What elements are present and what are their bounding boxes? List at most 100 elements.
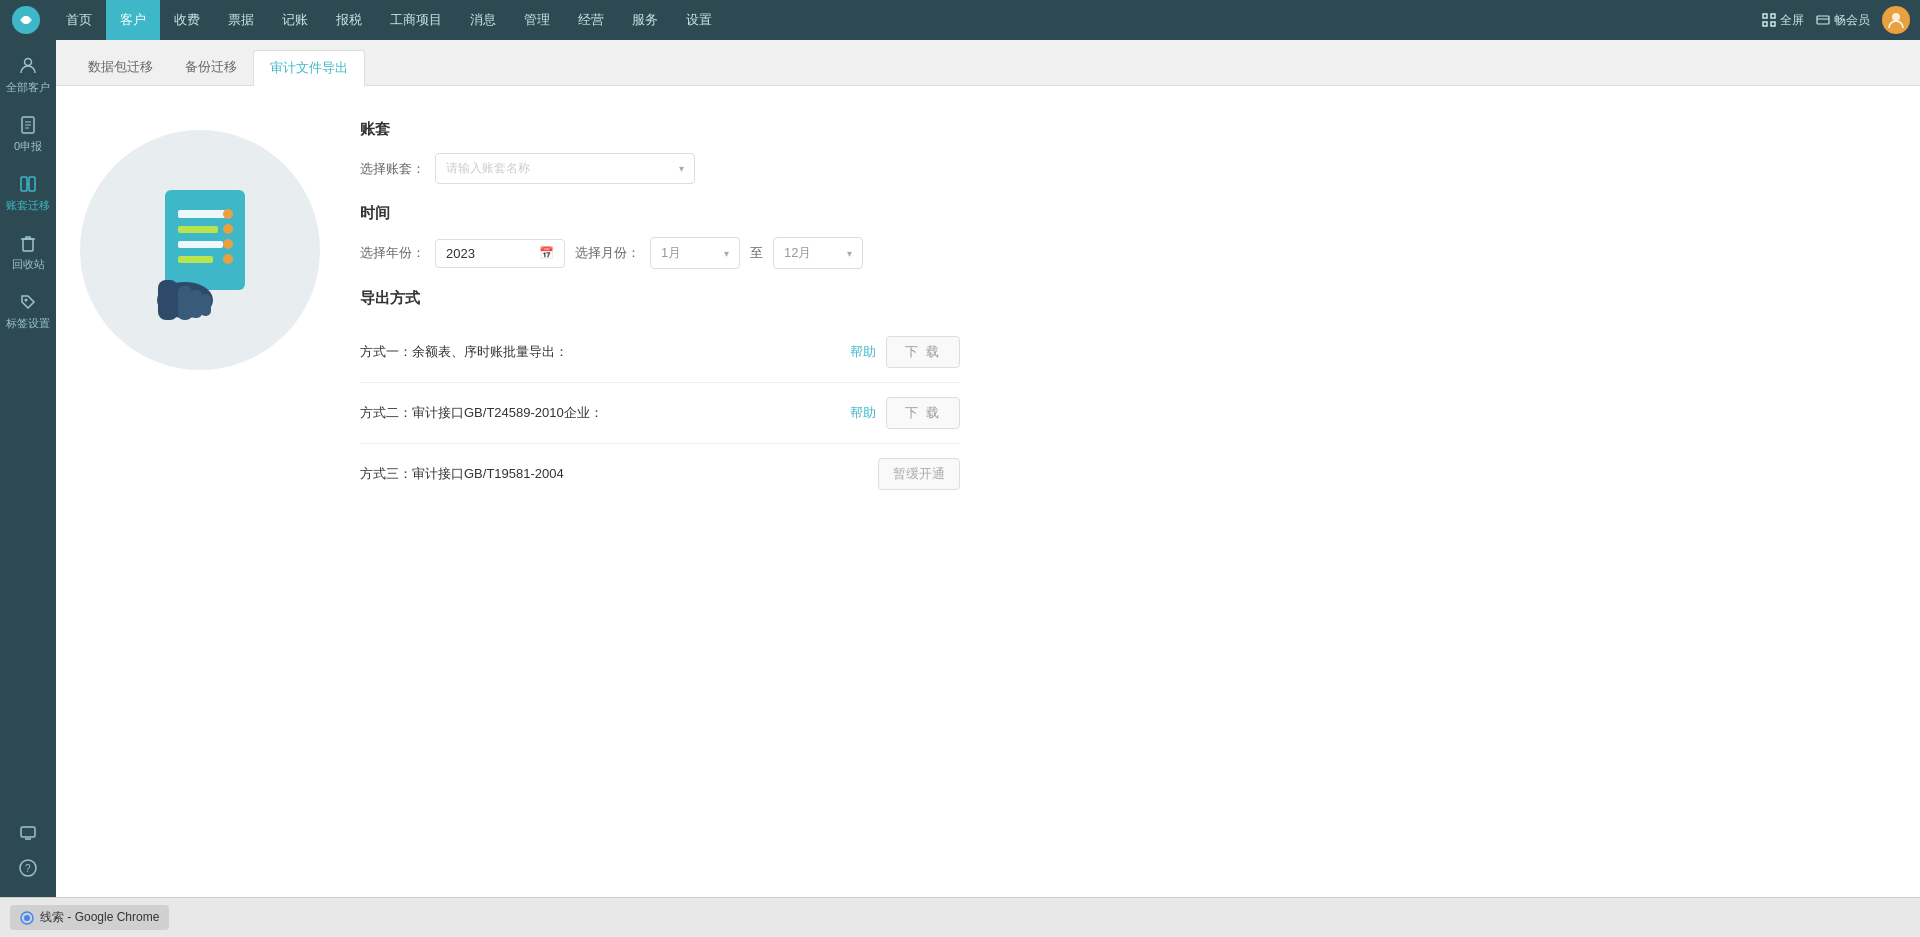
svg-point-32 [24,915,30,921]
form-area: 账套 选择账套： 请输入账套名称 ▾ 时间 选择年份： 2023 📅 [360,110,960,504]
fullscreen-button[interactable]: 全屏 [1762,12,1804,29]
svg-rect-11 [29,177,35,191]
nav-item-operation[interactable]: 经营 [564,0,618,40]
migrate-icon [18,174,38,194]
chrome-icon [20,911,34,925]
tag-icon [18,292,38,312]
svg-rect-2 [1763,14,1767,18]
content-area: 数据包迁移 备份迁移 审计文件导出 [56,40,1920,897]
svg-rect-27 [158,280,178,320]
svg-point-13 [25,299,28,302]
nav-item-service[interactable]: 服务 [618,0,672,40]
vip-label: 畅会员 [1834,12,1870,29]
taskbar-item-label: 线索 - Google Chrome [40,909,159,926]
export-section: 导出方式 方式一：余额表、序时账批量导出： 帮助 下 载 方式二：审计接口GB/… [360,289,960,504]
svg-point-7 [1892,13,1900,21]
svg-rect-30 [200,294,211,316]
nav-item-invoice[interactable]: 票据 [214,0,268,40]
month-start-select[interactable]: 1月 ▾ [650,237,740,269]
people-icon [18,56,38,76]
account-select[interactable]: 请输入账套名称 ▾ [435,153,695,184]
user-avatar[interactable] [1882,6,1910,34]
sidebar-label-trash: 回收站 [12,257,45,272]
time-form-row: 选择年份： 2023 📅 选择月份： 1月 ▾ 至 12月 ▾ [360,237,960,269]
svg-rect-18 [178,210,228,218]
taskbar-chrome-item[interactable]: 线索 - Google Chrome [10,905,169,930]
sidebar-item-all-clients[interactable]: 全部客户 [2,48,54,103]
export-section-title: 导出方式 [360,289,960,308]
year-label: 选择年份： [360,244,425,262]
nav-item-tax[interactable]: 报税 [322,0,376,40]
download-button-1[interactable]: 下 载 [886,336,960,368]
svg-point-24 [223,239,233,249]
nav-item-bookkeeping[interactable]: 记账 [268,0,322,40]
nav-item-fee[interactable]: 收费 [160,0,214,40]
tab-audit-export[interactable]: 审计文件导出 [253,50,365,86]
sidebar-label-zero-report: 0申报 [14,139,42,154]
main-layout: 全部客户 0申报 账套迁移 回收站 [0,40,1920,897]
month-label: 选择月份： [575,244,640,262]
sidebar-label-all-clients: 全部客户 [6,80,50,95]
svg-rect-21 [178,256,213,263]
account-label: 选择账套： [360,160,425,178]
time-divider: 至 [750,244,763,262]
nav-item-client[interactable]: 客户 [106,0,160,40]
month-end-select[interactable]: 12月 ▾ [773,237,863,269]
nav-item-manage[interactable]: 管理 [510,0,564,40]
download-button-2[interactable]: 下 载 [886,397,960,429]
sidebar-bottom-msg[interactable] [18,823,38,846]
sidebar-item-migrate[interactable]: 账套迁移 [2,166,54,221]
vip-button[interactable]: 畅会员 [1816,12,1870,29]
export-method-1-help[interactable]: 帮助 [850,343,876,361]
calendar-icon: 📅 [539,246,554,260]
app-logo[interactable] [10,4,42,36]
illustration-circle [80,130,320,370]
export-method-2-help[interactable]: 帮助 [850,404,876,422]
svg-rect-12 [23,239,33,251]
svg-text:?: ? [25,863,31,874]
export-method-3: 方式三：审计接口GB/T19581-2004 暂缓开通 [360,444,960,504]
report-icon [18,115,38,135]
taskbar: 线索 - Google Chrome [0,897,1920,937]
svg-rect-4 [1763,22,1767,26]
sidebar-label-migrate: 账套迁移 [6,198,50,213]
sidebar-bottom-help[interactable]: ? [18,858,38,881]
export-method-2-label: 方式二：审计接口GB/T24589-2010企业： [360,404,840,422]
sidebar-item-zero-report[interactable]: 0申报 [2,107,54,162]
nav-item-business[interactable]: 工商项目 [376,0,456,40]
nav-item-home[interactable]: 首页 [52,0,106,40]
year-value: 2023 [446,246,475,261]
svg-point-22 [223,209,233,219]
tab-bar: 数据包迁移 备份迁移 审计文件导出 [56,40,1920,86]
nav-right-area: 全屏 畅会员 [1762,6,1910,34]
tab-backup-migrate[interactable]: 备份迁移 [169,49,253,85]
sidebar-item-tag-settings[interactable]: 标签设置 [2,284,54,339]
tab-data-migrate[interactable]: 数据包迁移 [72,49,169,85]
chevron-down-icon: ▾ [679,163,684,174]
svg-point-8 [25,59,32,66]
account-form-row: 选择账套： 请输入账套名称 ▾ [360,153,960,184]
chevron-down-icon-3: ▾ [847,248,852,259]
nav-item-message[interactable]: 消息 [456,0,510,40]
illustration-area [80,130,320,370]
sidebar-bottom: ? [18,823,38,881]
audit-illustration [130,170,270,330]
nav-menu: 首页 客户 收费 票据 记账 报税 工商项目 消息 管理 经营 服务 设置 [52,0,1762,40]
pending-button-3[interactable]: 暂缓开通 [878,458,960,490]
chevron-down-icon-2: ▾ [724,248,729,259]
month-end-value: 12月 [784,244,811,262]
svg-rect-28 [178,286,192,320]
account-placeholder: 请输入账套名称 [446,160,530,177]
svg-rect-14 [21,827,35,837]
svg-point-23 [223,224,233,234]
nav-item-settings[interactable]: 设置 [672,0,726,40]
svg-point-25 [223,254,233,264]
svg-rect-3 [1771,14,1775,18]
trash-icon [18,233,38,253]
sidebar-item-trash[interactable]: 回收站 [2,225,54,280]
year-input[interactable]: 2023 📅 [435,239,565,268]
export-method-2: 方式二：审计接口GB/T24589-2010企业： 帮助 下 载 [360,383,960,444]
svg-rect-10 [21,177,27,191]
account-section-title: 账套 [360,120,960,139]
export-method-1-label: 方式一：余额表、序时账批量导出： [360,343,840,361]
